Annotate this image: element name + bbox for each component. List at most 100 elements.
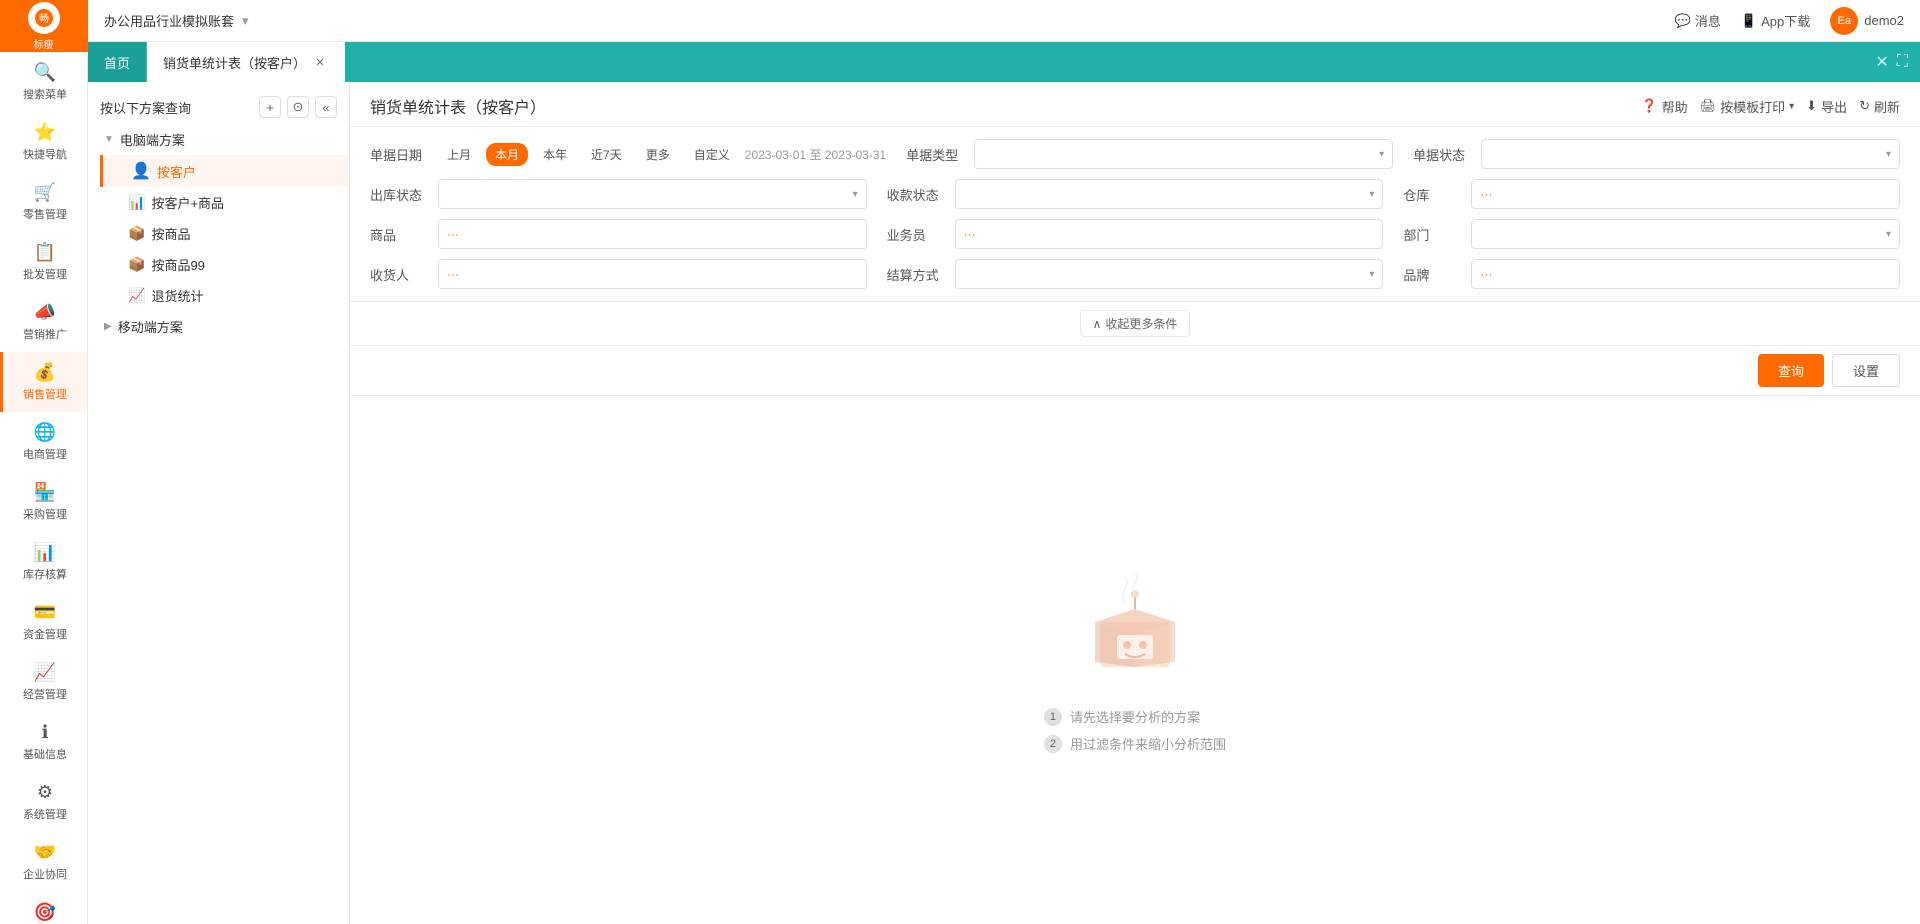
- collapse-panel-btn[interactable]: «: [315, 96, 337, 118]
- sidebar-item-finance[interactable]: 💳 资金管理: [0, 592, 87, 652]
- product-dots: ···: [447, 227, 459, 241]
- warehouse-dots: ···: [1480, 187, 1492, 201]
- query-label: 查询: [1778, 364, 1804, 379]
- filter-brand: 品牌 ···: [1403, 259, 1900, 289]
- product-label: 按商品: [151, 224, 190, 243]
- settings-button[interactable]: 设置: [1832, 354, 1900, 387]
- window-maximize-icon[interactable]: ⛶: [1897, 53, 1908, 71]
- export-btn[interactable]: ⬇ 导出: [1806, 97, 1847, 116]
- recipient-select[interactable]: ···: [438, 259, 867, 289]
- product-99-icon: 📦: [128, 256, 145, 273]
- sidebar-nav: 🔍 搜索菜单 ⭐ 快捷导航 🛒 零售管理 📋 批发管理 📣 营销推广 💰 销售管…: [0, 52, 87, 924]
- sidebar-item-onboarding[interactable]: 🎯 新手引导: [0, 892, 87, 924]
- hint-text-1: 请先选择要分析的方案: [1070, 707, 1200, 726]
- date-btn-more[interactable]: 更多: [637, 143, 679, 166]
- scheme-settings-btn[interactable]: ⊙: [287, 96, 309, 118]
- tree-item-by-customer[interactable]: 👤 按客户: [100, 155, 349, 187]
- tree-mobile-arrow-icon: ▶: [104, 321, 112, 332]
- export-icon: ⬇: [1806, 98, 1817, 114]
- sidebar-item-system[interactable]: ⚙ 系统管理: [0, 772, 87, 832]
- purchase-icon: 🏪: [34, 482, 56, 503]
- header-right: 💬 消息 📱 App下载 Ea demo2: [1675, 7, 1904, 35]
- logo-text: 标瘦: [34, 36, 54, 51]
- refresh-btn[interactable]: ↻ 刷新: [1859, 97, 1900, 116]
- sidebar-item-marketing[interactable]: 📣 营销推广: [0, 292, 87, 352]
- sidebar-item-purchase[interactable]: 🏪 采购管理: [0, 472, 87, 532]
- content-area: 按以下方案查询 + ⊙ « ▼ 电脑端方案: [88, 82, 1920, 924]
- date-btn-this-year[interactable]: 本年: [534, 143, 576, 166]
- tree-item-customer-product[interactable]: 📊 按客户+商品: [100, 187, 349, 218]
- filter-row-1: 单据日期 上月 本月 本年 近7天 更多 自定义 2023-03-01 至 20…: [370, 139, 1900, 169]
- filter-order-type: 单据类型 ▾: [906, 139, 1393, 169]
- sidebar-item-search-menu[interactable]: 🔍 搜索菜单: [0, 52, 87, 112]
- receipt-status-select[interactable]: ▾: [955, 179, 1384, 209]
- out-status-select[interactable]: ▾: [438, 179, 867, 209]
- tab-sales-report[interactable]: 销货单统计表（按客户） ✕: [147, 42, 345, 82]
- filter-department: 部门 ▾: [1403, 219, 1900, 249]
- user-profile[interactable]: Ea demo2: [1830, 7, 1904, 35]
- sidebar-item-enterprise[interactable]: 🤝 企业协同: [0, 832, 87, 892]
- order-status-arrow-icon: ▾: [1886, 149, 1891, 160]
- print-btn[interactable]: 🖨 按模板打印 ▾: [1700, 97, 1795, 116]
- page-header-actions: ❓ 帮助 🖨 按模板打印 ▾ ⬇ 导出 ↻ 刷新: [1641, 97, 1900, 116]
- help-btn[interactable]: ❓ 帮助: [1641, 97, 1687, 116]
- ecommerce-label: 电商管理: [23, 446, 67, 462]
- message-btn[interactable]: 💬 消息: [1675, 11, 1721, 30]
- add-scheme-btn[interactable]: +: [259, 96, 281, 118]
- warehouse-select[interactable]: ···: [1471, 179, 1900, 209]
- app-download-btn[interactable]: 📱 App下载: [1741, 11, 1810, 30]
- department-select[interactable]: ▾: [1471, 219, 1900, 249]
- order-status-select[interactable]: ▾: [1481, 139, 1900, 169]
- date-btn-7days[interactable]: 近7天: [582, 143, 631, 166]
- avatar-text: Ea: [1838, 15, 1851, 27]
- tree-item-return-stats[interactable]: 📈 退货统计: [100, 280, 349, 311]
- date-btn-custom[interactable]: 自定义: [685, 143, 739, 166]
- sidebar-item-basic[interactable]: ℹ 基础信息: [0, 712, 87, 772]
- tab-home[interactable]: 首页: [88, 42, 147, 82]
- main-area: 办公用品行业模拟账套 ▾ 💬 消息 📱 App下载 Ea demo2 首页: [88, 0, 1920, 924]
- refresh-icon: ↻: [1859, 98, 1870, 114]
- customer-product-icon: 📊: [128, 194, 145, 211]
- sidebar-item-retail[interactable]: 🛒 零售管理: [0, 172, 87, 232]
- sidebar-item-wholesale[interactable]: 📋 批发管理: [0, 232, 87, 292]
- system-icon: ⚙: [37, 782, 53, 803]
- message-label: 消息: [1695, 11, 1721, 30]
- date-btn-this-month[interactable]: 本月: [486, 143, 528, 166]
- salesperson-select[interactable]: ···: [955, 219, 1384, 249]
- date-btn-last-month[interactable]: 上月: [438, 143, 480, 166]
- breadcrumb-dropdown-icon[interactable]: ▾: [242, 13, 249, 29]
- window-close-icon[interactable]: ✕: [1875, 52, 1888, 72]
- order-type-arrow-icon: ▾: [1379, 149, 1384, 160]
- onboarding-icon: 🎯: [34, 902, 56, 923]
- hint-text-2: 用过滤条件来缩小分析范围: [1070, 734, 1226, 753]
- order-status-label: 单据状态: [1413, 145, 1473, 164]
- query-button[interactable]: 查询: [1758, 354, 1824, 387]
- collapse-more-btn[interactable]: ∧ 收起更多条件: [1080, 310, 1191, 337]
- sidebar-item-quick-nav[interactable]: ⭐ 快捷导航: [0, 112, 87, 172]
- hint-item-1: 1 请先选择要分析的方案: [1044, 707, 1226, 726]
- filter-salesperson: 业务员 ···: [887, 219, 1384, 249]
- sidebar-item-sales[interactable]: 💰 销售管理: [0, 352, 87, 412]
- sidebar-item-inventory[interactable]: 📊 库存核算: [0, 532, 87, 592]
- sidebar-item-ecommerce[interactable]: 🌐 电商管理: [0, 412, 87, 472]
- payment-arrow-icon: ▾: [1369, 269, 1374, 280]
- salesperson-dots: ···: [964, 227, 976, 241]
- tree-desktop-children: 👤 按客户 📊 按客户+商品 📦 按商品 📦 按商品99 📈 退货: [88, 155, 349, 311]
- tree-desktop[interactable]: ▼ 电脑端方案: [88, 124, 349, 155]
- tree-mobile[interactable]: ▶ 移动端方案: [88, 311, 349, 342]
- marketing-icon: 📣: [34, 302, 56, 323]
- left-panel-title: 按以下方案查询: [100, 98, 191, 117]
- payment-select[interactable]: ▾: [955, 259, 1384, 289]
- sidebar-item-operations[interactable]: 📈 经营管理: [0, 652, 87, 712]
- brand-select[interactable]: ···: [1471, 259, 1900, 289]
- tree-item-product[interactable]: 📦 按商品: [100, 218, 349, 249]
- order-type-select[interactable]: ▾: [974, 139, 1393, 169]
- retail-icon: 🛒: [34, 182, 56, 203]
- recipient-label: 收货人: [370, 265, 430, 284]
- tab-close-icon[interactable]: ✕: [312, 54, 328, 70]
- date-label: 单据日期: [370, 145, 430, 164]
- product-select[interactable]: ···: [438, 219, 867, 249]
- tab-bar: 首页 销货单统计表（按客户） ✕ ✕ ⛶: [88, 42, 1920, 82]
- tree-item-product-99[interactable]: 📦 按商品99: [100, 249, 349, 280]
- collapse-row: ∧ 收起更多条件: [350, 302, 1920, 346]
